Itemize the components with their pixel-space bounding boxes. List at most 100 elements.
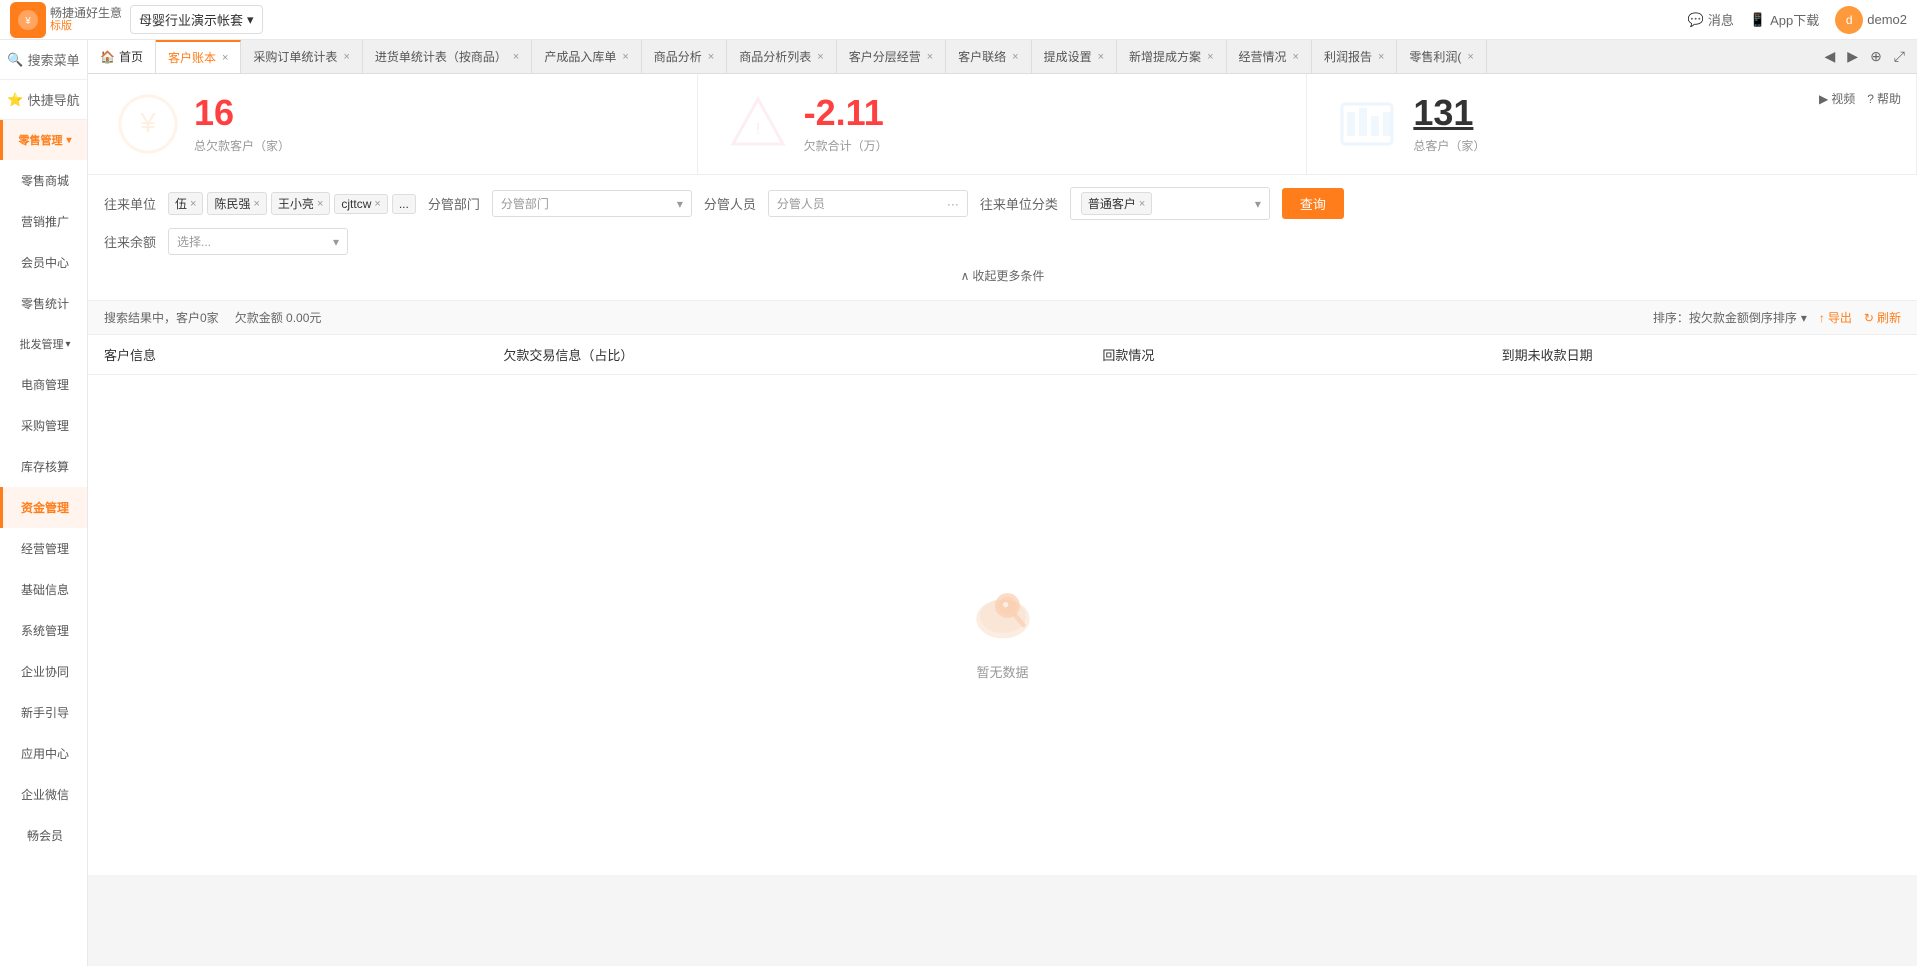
logo-area: ¥ 畅捷通好生意 标版 [10,2,122,38]
sidebar-item-enterprise-wechat[interactable]: 企业微信 [0,774,87,815]
sidebar-item-app-center[interactable]: 应用中心 [0,733,87,774]
sidebar-item-vip-member[interactable]: 畅会员 [0,815,87,856]
org-select[interactable]: 母婴行业演示帐套 ▾ [130,5,263,34]
tab-close-purchase-order-stats[interactable]: × [343,51,349,63]
sidebar-item-basic-info[interactable]: 基础信息 [0,569,87,610]
collapse-btn[interactable]: ∧ 收起更多条件 [949,263,1057,288]
help-btn[interactable]: ? 帮助 [1867,90,1901,107]
tab-home[interactable]: 🏠 首页 [88,40,156,74]
app-download-btn[interactable]: 📱 App下载 [1750,10,1819,29]
sidebar-item-member-center[interactable]: 会员中心 [0,242,87,283]
sidebar-item-ops-mgmt[interactable]: 经营管理 [0,528,87,569]
tag-close-wangxiaoliang[interactable]: × [317,198,323,210]
user-menu[interactable]: d demo2 [1835,6,1907,34]
tag-close-chenminqiang[interactable]: × [253,198,259,210]
sidebar-item-purchase-mgmt[interactable]: 采购管理 [0,405,87,446]
message-btn[interactable]: 💬 消息 [1688,10,1734,29]
search-button[interactable]: 查询 [1282,188,1344,219]
tab-close-product-analysis[interactable]: × [708,51,714,63]
filter-area: 往来单位 伍 × 陈民强 × 王小亮 × [88,175,1917,301]
sidebar-quick-nav[interactable]: ⭐ 快捷导航 [0,80,87,120]
tab-product-analysis[interactable]: 商品分析 × [642,40,727,74]
tab-product-inbound[interactable]: 产成品入库单 × [532,40,641,74]
sidebar-item-marketing[interactable]: 营销推广 [0,201,87,242]
sidebar-item-enterprise-coop[interactable]: 企业协同 [0,651,87,692]
tag-close-cjttcw[interactable]: × [374,198,380,210]
tab-ops-status[interactable]: 经营情况 × [1227,40,1312,74]
table-header: 客户信息 欠款交易信息（占比） 回款情况 到期未收款日期 [88,335,1917,375]
tab-close-customer-tier[interactable]: × [927,51,933,63]
filter-tag-wu: 伍 × [168,192,203,215]
page-content: ¥ 16 总欠款客户（家） ! [88,74,1917,966]
collapse-icon: ∧ [961,269,970,283]
tab-close-retail-profit[interactable]: × [1467,51,1473,63]
tag-close-wu[interactable]: × [190,198,196,210]
sidebar-item-new-guide[interactable]: 新手引导 [0,692,87,733]
main-layout: 🔍 搜索菜单 ⭐ 快捷导航 零售管理 ▾ 零售商城 营销推广 会员中心 零售统计… [0,40,1917,966]
sidebar: 🔍 搜索菜单 ⭐ 快捷导航 零售管理 ▾ 零售商城 营销推广 会员中心 零售统计… [0,40,88,966]
avatar: d [1835,6,1863,34]
chevron-icon: ▾ [66,135,71,146]
tab-close-raise-settings[interactable]: × [1098,51,1104,63]
sort-select[interactable]: 排序：按欠款金额倒序排序 ▾ [1653,309,1807,326]
video-btn[interactable]: ▶ 视频 [1819,90,1855,107]
stat-info-total-customers: 131 总客户（家） [1413,95,1485,154]
tab-next-btn[interactable]: ▶ [1843,46,1862,67]
dept-select[interactable]: 分管部门 ▾ [492,190,692,217]
sidebar-item-inventory[interactable]: 库存核算 [0,446,87,487]
tab-close-customer-contact[interactable]: × [1012,51,1018,63]
tab-purchase-order-stats[interactable]: 采购订单统计表 × [241,40,362,74]
unit-classify-select[interactable]: 普通客户 × ▾ [1070,187,1270,220]
svg-text:!: ! [755,121,759,138]
filter-tag-more[interactable]: ... [392,194,416,214]
tag-close-classify[interactable]: × [1139,198,1145,210]
stat-block-debt-amount: ! -2.11 欠款合计（万） [698,74,1308,174]
sidebar-search-menu[interactable]: 🔍 搜索菜单 [0,40,87,80]
sidebar-item-capital-mgmt[interactable]: 资金管理 [0,487,87,528]
tab-close-incoming-stats[interactable]: × [513,51,519,63]
export-icon: ↑ [1819,311,1825,325]
tab-prev-btn[interactable]: ◀ [1821,46,1840,67]
debt-amount-result: 欠款金额 0.00元 [235,309,322,326]
tab-controls: ◀ ▶ ⊕ ⤢ [1813,46,1917,67]
tab-close-ops-status[interactable]: × [1293,51,1299,63]
balance-label: 往来余额 [104,232,156,251]
filter-tag-cjttcw: cjttcw × [334,194,387,214]
top-bar-right: 💬 消息 📱 App下载 d demo2 [1688,6,1907,34]
tab-close-accounts-receivable[interactable]: × [222,52,228,64]
unit-label: 往来单位 [104,194,156,213]
help-icon: ? [1867,92,1874,106]
tab-close-product-inbound[interactable]: × [622,51,628,63]
tab-profit-report[interactable]: 利润报告 × [1312,40,1397,74]
tab-maximize-btn[interactable]: ⤢ [1890,46,1909,67]
tab-accounts-receivable[interactable]: 客户账本 × [156,40,241,74]
person-input[interactable]: 分管人员 ··· [768,190,968,217]
tab-customer-contact[interactable]: 客户联络 × [946,40,1031,74]
chevron-down-icon: ▾ [1255,197,1261,211]
balance-select[interactable]: 选择... ▾ [168,228,348,255]
logo-icon: ¥ [10,2,46,38]
tab-new-raise-plan[interactable]: 新增提成方案 × [1117,40,1226,74]
play-icon: ▶ [1819,92,1828,106]
tab-raise-settings[interactable]: 提成设置 × [1032,40,1117,74]
sidebar-item-retail-stats[interactable]: 零售统计 [0,283,87,324]
tab-more-btn[interactable]: ⊕ [1866,46,1886,67]
sidebar-item-ecommerce[interactable]: 电商管理 [0,364,87,405]
export-btn[interactable]: ↑ 导出 [1819,309,1852,326]
col-customer-info: 客户信息 [104,345,503,364]
tab-close-new-raise-plan[interactable]: × [1207,51,1213,63]
stat-label-total-customers: 总客户（家） [1413,137,1485,154]
tab-incoming-stats[interactable]: 进货单统计表（按商品） × [363,40,532,74]
sidebar-item-retail-mall[interactable]: 零售商城 [0,160,87,201]
debt-customers-icon: ¥ [118,94,178,154]
sidebar-item-sys-mgmt[interactable]: 系统管理 [0,610,87,651]
tab-close-product-analysis-list[interactable]: × [817,51,823,63]
tab-customer-tier[interactable]: 客户分层经营 × [837,40,946,74]
star-icon: ⭐ [7,92,23,108]
sidebar-item-retail-mgmt[interactable]: 零售管理 ▾ [0,120,87,160]
tab-retail-profit[interactable]: 零售利润( × [1397,40,1486,74]
refresh-btn[interactable]: ↻ 刷新 [1864,309,1901,326]
tab-product-analysis-list[interactable]: 商品分析列表 × [727,40,836,74]
sidebar-item-wholesale-mgmt[interactable]: 批发管理 ▾ [0,324,87,364]
tab-close-profit-report[interactable]: × [1378,51,1384,63]
